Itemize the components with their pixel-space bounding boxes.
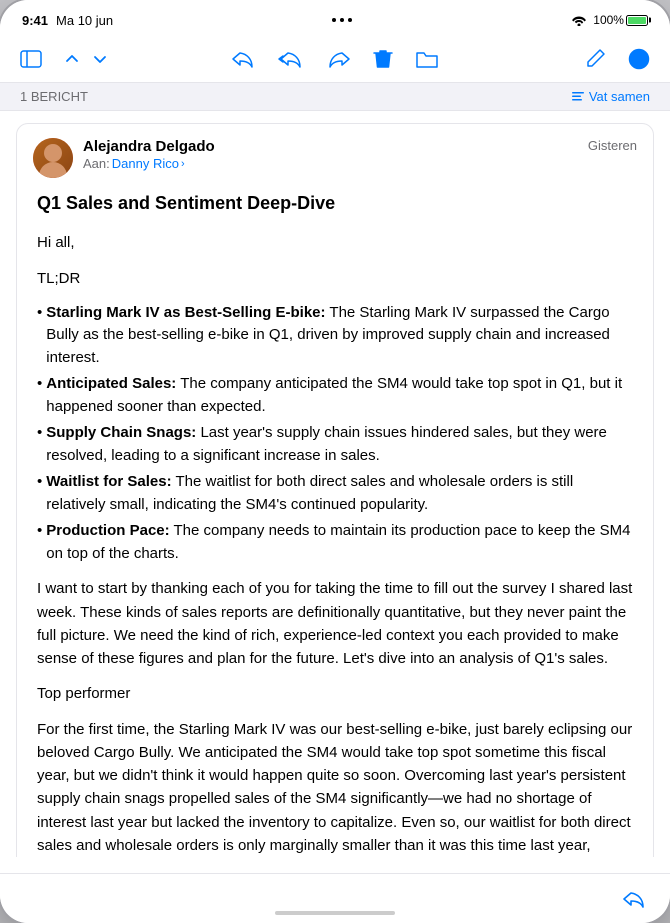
status-right: 100% — [571, 13, 648, 27]
dot1 — [332, 18, 336, 22]
summarize-label: Vat samen — [589, 89, 650, 104]
trash-icon — [373, 48, 393, 70]
nav-down-button[interactable] — [88, 47, 112, 71]
more-button[interactable] — [624, 44, 654, 74]
reply-icon — [231, 49, 255, 69]
folder-icon — [415, 49, 439, 69]
email-body-para2: For the first time, the Starling Mark IV… — [37, 718, 633, 857]
reply-button[interactable] — [227, 45, 259, 73]
chevron-down-icon — [92, 51, 108, 67]
to-label: Aan: — [83, 156, 110, 171]
battery-container: 100% — [593, 13, 648, 27]
bullet-item: •Starling Mark IV as Best-Selling E-bike… — [37, 302, 633, 370]
email-greeting: Hi all, — [37, 231, 633, 254]
toolbar-right — [495, 44, 655, 74]
chevron-up-icon — [64, 51, 80, 67]
ipad-device: 9:41 Ma 10 jun 100% — [0, 0, 670, 923]
sidebar-icon — [20, 50, 42, 68]
email-body: Q1 Sales and Sentiment Deep-Dive Hi all,… — [17, 188, 653, 857]
nav-buttons — [60, 47, 112, 71]
bullet-dot-1: • — [37, 373, 42, 396]
dot3 — [348, 18, 352, 22]
reply-all-button[interactable] — [273, 45, 309, 73]
avatar-person — [33, 138, 73, 178]
forward-button[interactable] — [323, 45, 355, 73]
sender-info: Alejandra Delgado Aan: Danny Rico › — [83, 138, 578, 171]
reply-all-icon — [277, 49, 305, 69]
email-body-para1: I want to start by thanking each of you … — [37, 577, 633, 670]
compose-button[interactable] — [580, 44, 610, 74]
sender-to[interactable]: Aan: Danny Rico › — [83, 156, 578, 171]
sidebar-toggle-button[interactable] — [16, 46, 46, 72]
reply-bottom-icon — [622, 888, 646, 910]
email-tldr: TL;DR — [37, 267, 633, 290]
message-count: 1 BERICHT — [20, 89, 88, 104]
email-header: Alejandra Delgado Aan: Danny Rico › Gist… — [17, 124, 653, 188]
bullet-dot-2: • — [37, 422, 42, 445]
email-message: Alejandra Delgado Aan: Danny Rico › Gist… — [16, 123, 654, 857]
bottom-bar — [0, 873, 670, 923]
avatar-head — [44, 144, 62, 162]
bullet-text-0: Starling Mark IV as Best-Selling E-bike:… — [46, 302, 633, 370]
trash-button[interactable] — [369, 44, 397, 74]
email-content[interactable]: Alejandra Delgado Aan: Danny Rico › Gist… — [0, 111, 670, 857]
wifi-icon — [571, 14, 587, 26]
email-date: Gisteren — [588, 138, 637, 153]
bullet-text-3: Waitlist for Sales: The waitlist for bot… — [46, 471, 633, 516]
battery-shape — [626, 15, 648, 26]
avatar — [33, 138, 73, 178]
status-date: Ma 10 jun — [56, 13, 113, 28]
compose-icon — [584, 48, 606, 70]
dot2 — [340, 18, 344, 22]
reply-bottom-button[interactable] — [618, 884, 650, 914]
bullet-item: •Anticipated Sales: The company anticipa… — [37, 373, 633, 418]
bullet-list: •Starling Mark IV as Best-Selling E-bike… — [37, 302, 633, 566]
bullet-item: •Supply Chain Snags: Last year's supply … — [37, 422, 633, 467]
battery-pct: 100% — [593, 13, 624, 27]
status-left: 9:41 Ma 10 jun — [22, 13, 113, 28]
bullet-item: •Waitlist for Sales: The waitlist for bo… — [37, 471, 633, 516]
status-center — [332, 18, 352, 22]
avatar-body — [39, 162, 67, 178]
bullet-dot-3: • — [37, 471, 42, 494]
bullet-text-4: Production Pace: The company needs to ma… — [46, 520, 633, 565]
message-bar: 1 BERICHT Vat samen — [0, 83, 670, 111]
bullet-dot-0: • — [37, 302, 42, 325]
forward-icon — [327, 49, 351, 69]
sender-name: Alejandra Delgado — [83, 138, 578, 155]
status-bar: 9:41 Ma 10 jun 100% — [0, 0, 670, 36]
more-icon — [628, 48, 650, 70]
toolbar — [0, 36, 670, 83]
nav-up-button[interactable] — [60, 47, 84, 71]
home-indicator — [275, 911, 395, 915]
bullet-text-2: Supply Chain Snags: Last year's supply c… — [46, 422, 633, 467]
bullet-text-1: Anticipated Sales: The company anticipat… — [46, 373, 633, 418]
top-performer-heading: Top performer — [37, 682, 633, 705]
status-time: 9:41 — [22, 13, 48, 28]
bullet-dot-4: • — [37, 520, 42, 543]
bullet-item: •Production Pace: The company needs to m… — [37, 520, 633, 565]
chevron-right-icon: › — [181, 158, 185, 170]
summarize-icon — [571, 90, 585, 104]
battery-fill — [628, 17, 646, 24]
email-subject: Q1 Sales and Sentiment Deep-Dive — [37, 192, 633, 215]
toolbar-left — [16, 46, 176, 72]
summarize-button[interactable]: Vat samen — [571, 89, 650, 104]
recipient: Danny Rico — [112, 156, 179, 171]
folder-button[interactable] — [411, 45, 443, 73]
toolbar-center — [176, 44, 495, 74]
